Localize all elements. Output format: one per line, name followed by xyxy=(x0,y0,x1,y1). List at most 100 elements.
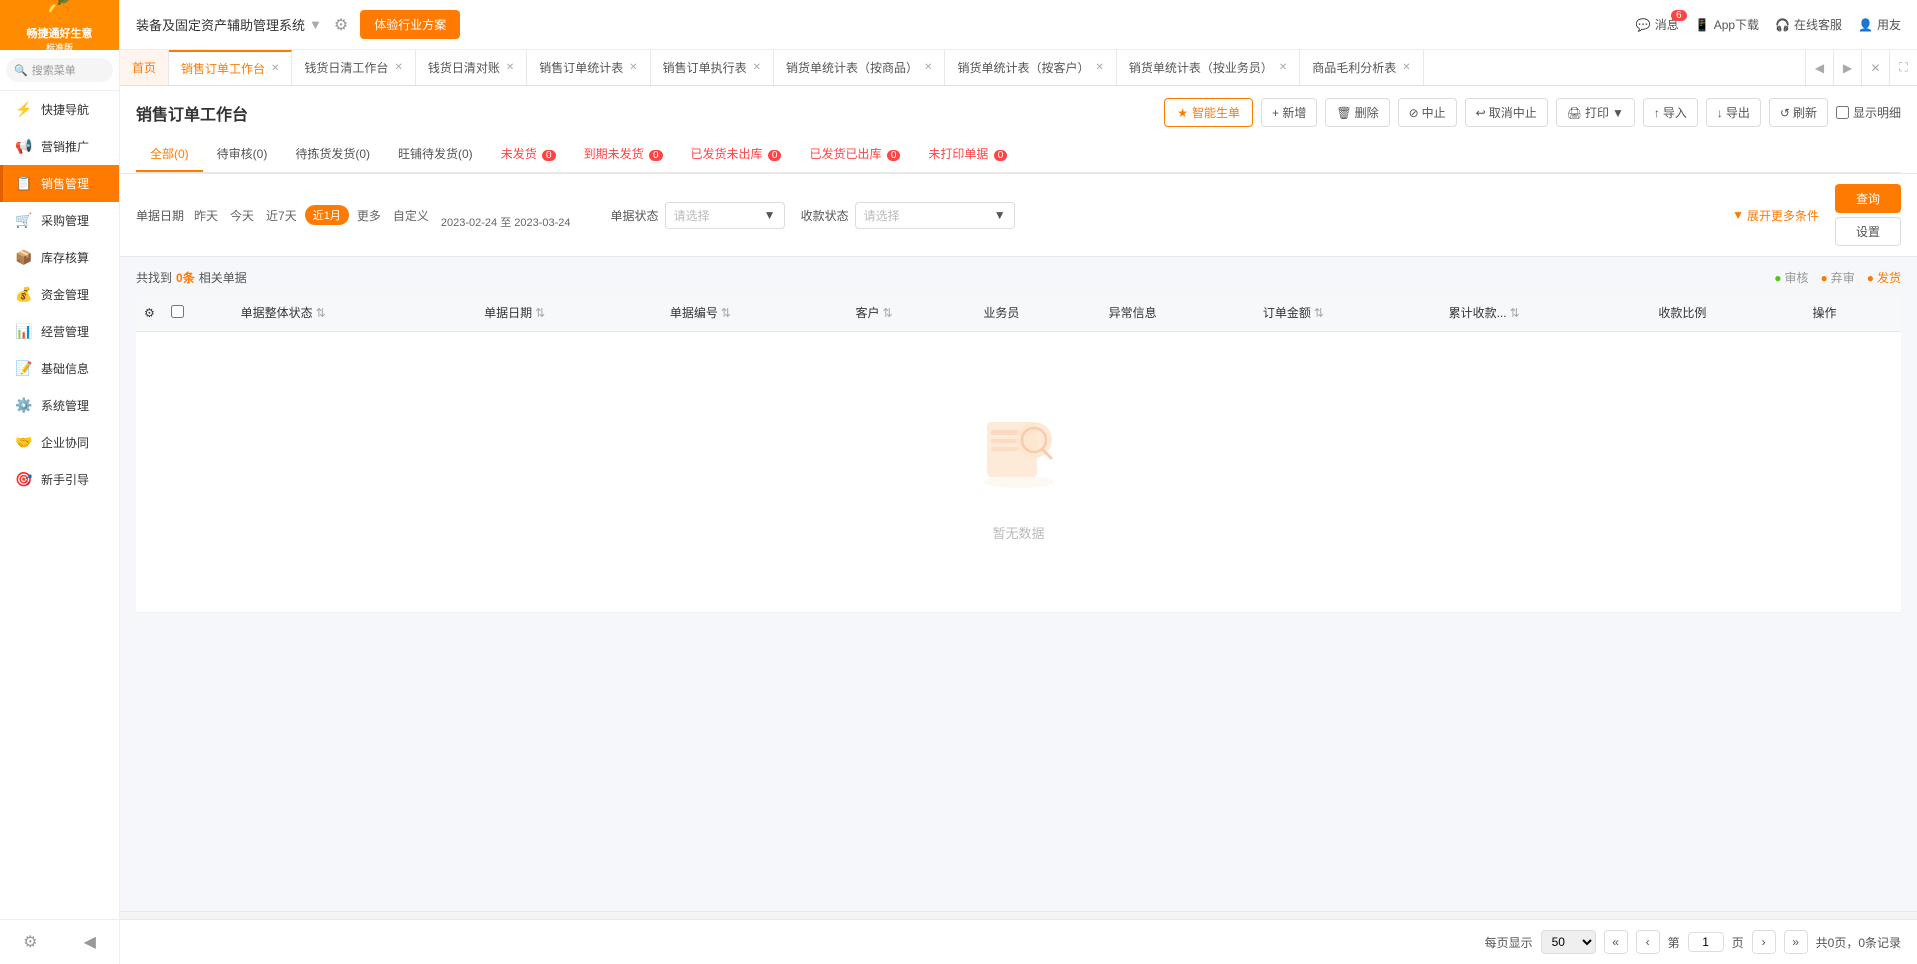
tab-scroll-left-btn[interactable]: ◀ xyxy=(1805,50,1833,86)
sidebar-item-quick-nav[interactable]: ⚡ 快捷导航 xyxy=(0,91,119,128)
th-operation[interactable]: 操作 xyxy=(1805,294,1901,332)
sidebar-collapse-btn[interactable]: ◀ xyxy=(76,928,104,956)
prev-page-btn[interactable]: ‹ xyxy=(1636,930,1660,954)
th-number[interactable]: 单据编号 ⇅ xyxy=(662,294,848,332)
tab-sales-workbench[interactable]: 销售订单工作台 ✕ xyxy=(169,50,292,86)
tab-gross-profit-close[interactable]: ✕ xyxy=(1402,62,1410,73)
expand-filter-btn[interactable]: ▼ 展开更多条件 xyxy=(1732,207,1819,224)
sidebar-item-inventory[interactable]: 📦 库存核算 xyxy=(0,239,119,276)
tab-sales-summary-product-close[interactable]: ✕ xyxy=(924,62,932,73)
sort-status[interactable]: 单据整体状态 ⇅ xyxy=(241,304,469,321)
sub-tab-expired-not-shipped[interactable]: 到期未发货 0 xyxy=(570,137,677,172)
th-settings[interactable]: ⚙ xyxy=(136,294,163,332)
tab-cash-reconcile[interactable]: 钱货日清对账 ✕ xyxy=(416,50,527,86)
tab-scroll-right-btn[interactable]: ▶ xyxy=(1833,50,1861,86)
tab-sales-summary-staff-close[interactable]: ✕ xyxy=(1279,62,1287,73)
show-detail-input[interactable] xyxy=(1836,106,1849,119)
sidebar-item-base-info[interactable]: 📝 基础信息 xyxy=(0,350,119,387)
sort-collected[interactable]: 累计收款... ⇅ xyxy=(1449,304,1643,321)
sidebar-item-cooperation[interactable]: 🤝 企业协同 xyxy=(0,424,119,461)
query-btn[interactable]: 查询 xyxy=(1835,184,1901,213)
smart-create-btn[interactable]: ★ 智能生单 xyxy=(1164,98,1253,127)
sidebar-item-system[interactable]: ⚙️ 系统管理 xyxy=(0,387,119,424)
module-title-dropdown[interactable]: 装备及固定资产辅助管理系统 ▼ xyxy=(136,15,322,34)
sub-tab-shipped-out[interactable]: 已发货已出库 0 xyxy=(795,137,914,172)
tab-gross-profit[interactable]: 商品毛利分析表 ✕ xyxy=(1300,50,1423,86)
first-page-btn[interactable]: « xyxy=(1604,930,1628,954)
ship-action[interactable]: ● 发货 xyxy=(1867,269,1901,286)
tab-sales-summary-staff[interactable]: 销货单统计表（按业务员） ✕ xyxy=(1117,50,1300,86)
sidebar-search-area[interactable]: 🔍 搜索菜单 xyxy=(0,50,119,91)
cancel-suspend-btn[interactable]: ↩ 取消中止 xyxy=(1465,98,1548,127)
th-ratio[interactable]: 收款比例 xyxy=(1650,294,1804,332)
tab-cash-daily-close[interactable]: ✕ xyxy=(394,62,402,73)
suspend-btn[interactable]: ⊘ 中止 xyxy=(1398,98,1457,127)
sub-tab-pending-inspect[interactable]: 待拣货发货(0) xyxy=(281,137,384,172)
topbar-gear-btn[interactable]: ⚙ xyxy=(334,15,348,35)
th-staff[interactable]: 业务员 xyxy=(975,294,1100,332)
tab-sales-workbench-close[interactable]: ✕ xyxy=(271,63,279,74)
page-number-input[interactable] xyxy=(1688,932,1724,952)
setting-btn[interactable]: 设置 xyxy=(1835,217,1901,246)
sidebar-item-marketing[interactable]: 📢 营销推广 xyxy=(0,128,119,165)
tab-sales-stat[interactable]: 销售订单统计表 ✕ xyxy=(527,50,650,86)
tab-sales-summary-customer-close[interactable]: ✕ xyxy=(1095,62,1103,73)
tab-cash-reconcile-close[interactable]: ✕ xyxy=(506,62,514,73)
last-page-btn[interactable]: » xyxy=(1784,930,1808,954)
horizontal-scrollbar[interactable] xyxy=(120,911,1917,919)
sidebar-item-guide[interactable]: 🎯 新手引导 xyxy=(0,461,119,498)
tab-sales-summary-customer[interactable]: 销货单统计表（按客户） ✕ xyxy=(945,50,1116,86)
sort-date[interactable]: 单据日期 ⇅ xyxy=(484,304,654,321)
date-opt-more[interactable]: 更多 xyxy=(353,205,385,226)
tab-close-all-btn[interactable]: ✕ xyxy=(1861,50,1889,86)
print-btn[interactable]: 🖨 打印 ▼ xyxy=(1556,98,1635,127)
status-select[interactable]: 请选择 ▼ xyxy=(665,202,785,229)
show-detail-checkbox[interactable]: 显示明细 xyxy=(1836,104,1901,121)
th-abnormal[interactable]: 异常信息 xyxy=(1101,294,1255,332)
th-checkbox[interactable] xyxy=(163,294,233,332)
th-customer[interactable]: 客户 ⇅ xyxy=(848,294,976,332)
export-btn[interactable]: ↓ 导出 xyxy=(1706,98,1761,127)
select-all-checkbox[interactable] xyxy=(171,305,184,318)
th-amount[interactable]: 订单金额 ⇅ xyxy=(1255,294,1441,332)
date-opt-custom[interactable]: 自定义 xyxy=(389,205,433,226)
date-opt-1month[interactable]: 近1月 xyxy=(305,205,349,225)
tab-sales-stat-close[interactable]: ✕ xyxy=(629,62,637,73)
date-opt-today[interactable]: 今天 xyxy=(226,205,258,226)
sub-tab-all[interactable]: 全部(0) xyxy=(136,137,203,172)
sort-number[interactable]: 单据编号 ⇅ xyxy=(670,304,840,321)
tab-maximize-btn[interactable]: ⛶ xyxy=(1889,50,1917,86)
sort-amount[interactable]: 订单金额 ⇅ xyxy=(1263,304,1433,321)
sub-tab-shipped-not-out[interactable]: 已发货未出库 0 xyxy=(677,137,796,172)
sidebar-item-sales[interactable]: 📋 销售管理 xyxy=(0,165,119,202)
date-opt-yesterday[interactable]: 昨天 xyxy=(190,205,222,226)
online-service-btn[interactable]: 🎧 在线客服 xyxy=(1775,16,1842,33)
th-date[interactable]: 单据日期 ⇅ xyxy=(476,294,662,332)
tab-sales-summary-product[interactable]: 销货单统计表（按商品） ✕ xyxy=(774,50,945,86)
next-page-btn[interactable]: › xyxy=(1752,930,1776,954)
date-opt-7days[interactable]: 近7天 xyxy=(262,205,301,226)
import-btn[interactable]: ↑ 导入 xyxy=(1643,98,1698,127)
sub-tab-wangpu[interactable]: 旺铺待发货(0) xyxy=(384,137,487,172)
sidebar-item-finance[interactable]: 💰 资金管理 xyxy=(0,276,119,313)
sidebar-item-operation[interactable]: 📊 经营管理 xyxy=(0,313,119,350)
user-btn[interactable]: 👤 用友 xyxy=(1858,16,1901,33)
sub-tab-pending-review[interactable]: 待审核(0) xyxy=(203,137,282,172)
message-btn[interactable]: 💬 消息 6 xyxy=(1636,16,1679,33)
sidebar-settings-btn[interactable]: ⚙ xyxy=(15,928,45,956)
th-collected[interactable]: 累计收款... ⇅ xyxy=(1441,294,1651,332)
refresh-btn[interactable]: ↺ 刷新 xyxy=(1769,98,1828,127)
tab-cash-daily[interactable]: 钱货日清工作台 ✕ xyxy=(292,50,415,86)
sub-tab-not-shipped[interactable]: 未发货 0 xyxy=(487,137,570,172)
tab-sales-exec[interactable]: 销售订单执行表 ✕ xyxy=(651,50,774,86)
tab-sales-exec-close[interactable]: ✕ xyxy=(753,62,761,73)
delete-btn[interactable]: 🗑 删除 xyxy=(1325,98,1389,127)
sub-tab-not-printed[interactable]: 未打印单据 0 xyxy=(914,137,1021,172)
app-download-btn[interactable]: 📱 App下载 xyxy=(1695,16,1759,33)
page-size-select[interactable]: 50 100 200 xyxy=(1541,930,1596,954)
sort-customer[interactable]: 客户 ⇅ xyxy=(856,304,968,321)
industry-solution-btn[interactable]: 体验行业方案 xyxy=(360,10,460,39)
cancel-review-action[interactable]: ● 弃审 xyxy=(1820,269,1854,286)
tab-home[interactable]: 首页 xyxy=(120,50,169,86)
payment-select[interactable]: 请选择 ▼ xyxy=(855,202,1015,229)
